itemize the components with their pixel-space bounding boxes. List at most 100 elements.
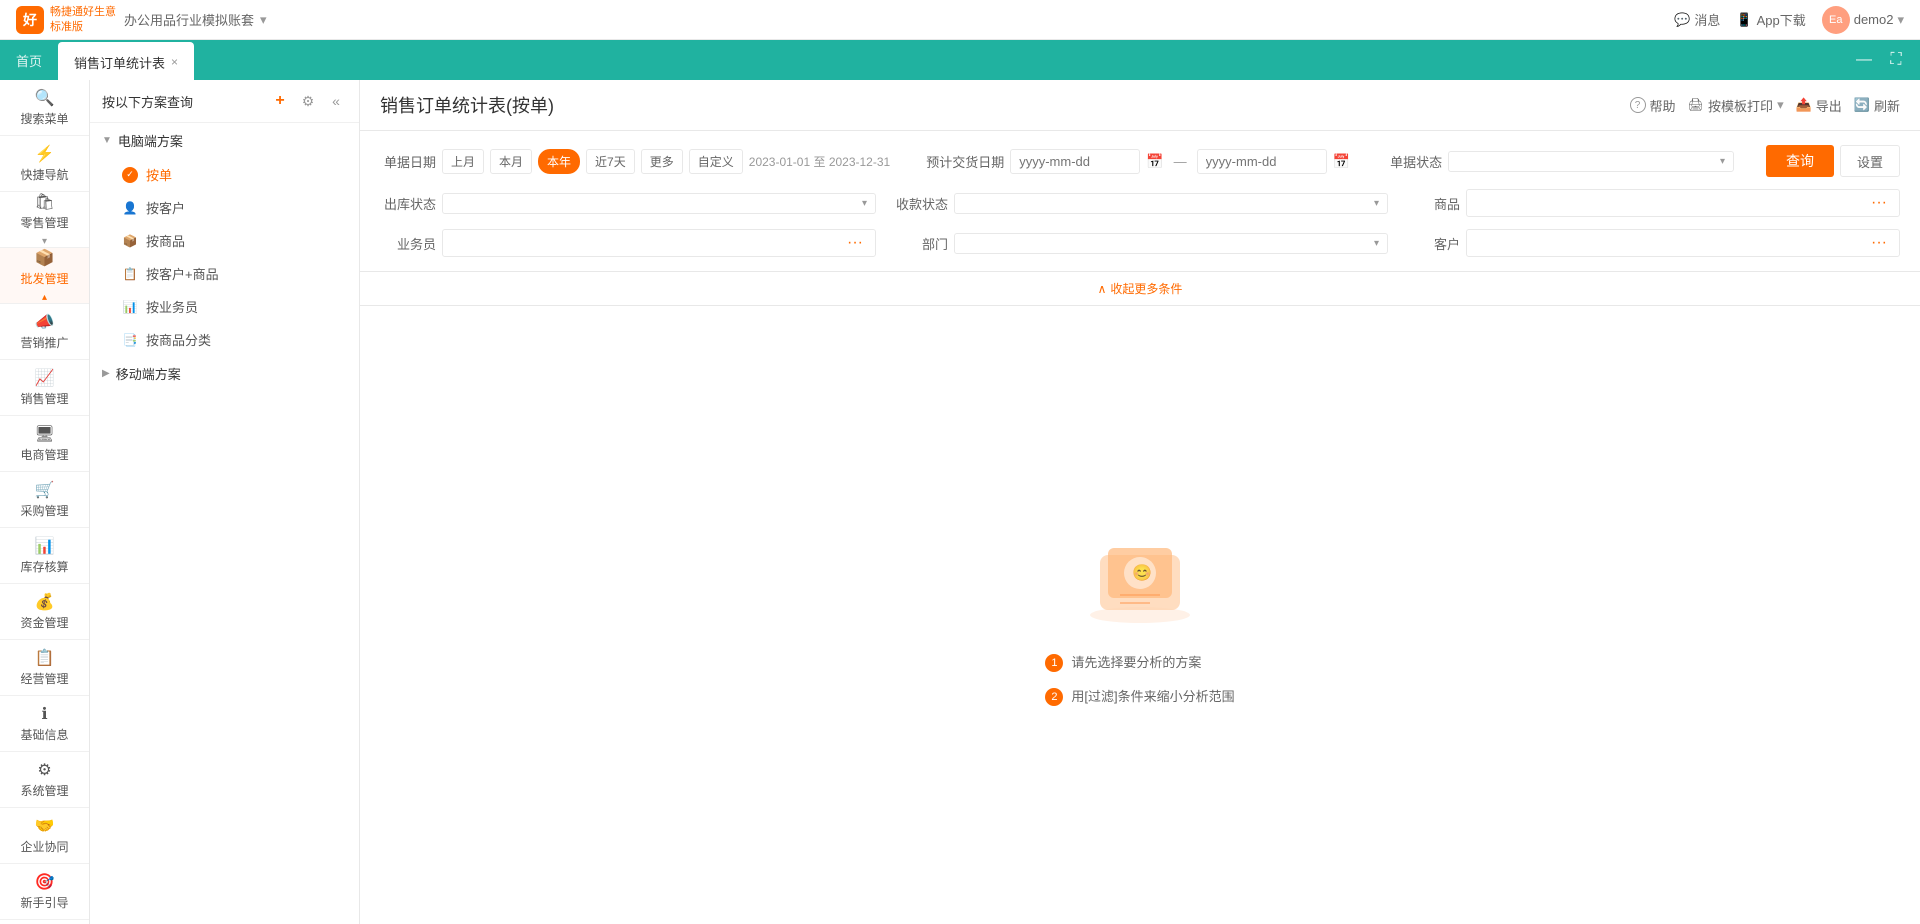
newbie-icon: 🎯 xyxy=(35,872,55,892)
sidebar-item-ecommerce[interactable]: 🖥 电商管理 xyxy=(0,416,89,472)
tab-minimize-button[interactable]: — xyxy=(1852,48,1876,72)
sidebar-item-inventory[interactable]: 📊 库存核算 xyxy=(0,528,89,584)
tab-close-icon[interactable]: × xyxy=(171,55,178,69)
sidebar-item-quick-nav[interactable]: ⚡ 快捷导航 xyxy=(0,136,89,192)
filter-row-2: 出库状态 ▾ 收款状态 ▾ 商品 xyxy=(380,189,1900,217)
sidebar-item-system[interactable]: ⚙ 系统管理 xyxy=(0,752,89,808)
scheme-settings-button[interactable]: ⚙ xyxy=(297,90,319,112)
operations-icon: 📋 xyxy=(35,648,55,668)
date-btn-custom[interactable]: 自定义 xyxy=(689,149,743,174)
doc-status-field: 单据状态 ▾ xyxy=(1386,151,1734,172)
help-button[interactable]: ? 帮助 xyxy=(1630,96,1676,115)
sidebar-item-appcenter[interactable]: 📱 应用中心 xyxy=(0,920,89,924)
refresh-button[interactable]: 🔄 刷新 xyxy=(1854,96,1900,115)
download-icon: 📱 xyxy=(1736,12,1752,28)
collapse-bar[interactable]: ∧ 收起更多条件 xyxy=(360,272,1920,306)
scheme-item-by-product-category[interactable]: 📑 按商品分类 xyxy=(90,323,359,356)
sidebar-item-basic[interactable]: ℹ 基础信息 xyxy=(0,696,89,752)
scheme-item-by-customer[interactable]: 👤 按客户 xyxy=(90,191,359,224)
scheme-mobile-section-header[interactable]: ▶ 移动端方案 xyxy=(90,356,359,391)
date-btn-group: 上月 本月 本年 近7天 更多 自定义 xyxy=(442,149,743,174)
collect-status-field: 收款状态 ▾ xyxy=(892,193,1388,214)
top-bar-right: 💬 消息 📱 App下载 Ea demo2 ▾ xyxy=(1674,6,1904,34)
message-button[interactable]: 💬 消息 xyxy=(1674,10,1720,29)
customer-select[interactable]: ··· xyxy=(1466,229,1900,257)
sidebar-item-newbie[interactable]: 🎯 新手引导 xyxy=(0,864,89,920)
dept-chevron-icon: ▾ xyxy=(1374,238,1379,249)
scheme-pc-section-header[interactable]: ▼ 电脑端方案 xyxy=(90,123,359,158)
workspace-dropdown-icon[interactable]: ▾ xyxy=(260,12,267,28)
salesperson-select[interactable]: ··· xyxy=(442,229,876,257)
empty-hint-2: 2 用[过滤]条件来缩小分析范围 xyxy=(1045,684,1234,710)
empty-illustration: 😊 xyxy=(1070,520,1210,630)
date-separator: — xyxy=(1170,154,1191,169)
system-icon: ⚙ xyxy=(37,760,51,780)
date-btn-this-year[interactable]: 本年 xyxy=(538,149,580,174)
sidebar-item-wholesale[interactable]: 📦 批发管理 ▴ xyxy=(0,248,89,304)
sidebar: 🔍 搜索菜单 ⚡ 快捷导航 🛍 零售管理 ▾ 📦 批发管理 ▴ 📣 营销推广 📈… xyxy=(0,80,90,924)
scheme-item-by-salesperson[interactable]: 📊 按业务员 xyxy=(90,290,359,323)
tab-home[interactable]: 首页 xyxy=(0,40,58,80)
sidebar-item-purchase[interactable]: 🛒 采购管理 xyxy=(0,472,89,528)
collect-status-select[interactable]: ▾ xyxy=(954,193,1388,214)
ecommerce-icon: 🖥 xyxy=(34,424,54,444)
scheme-item-by-customer-product[interactable]: 📋 按客户+商品 xyxy=(90,257,359,290)
sidebar-item-operations[interactable]: 📋 经营管理 xyxy=(0,640,89,696)
date-btn-last-month[interactable]: 上月 xyxy=(442,149,484,174)
doc-status-select[interactable]: ▾ xyxy=(1448,151,1734,172)
out-status-select[interactable]: ▾ xyxy=(442,193,876,214)
sidebar-item-sales[interactable]: 📈 销售管理 xyxy=(0,360,89,416)
expected-date-start-input[interactable] xyxy=(1010,149,1140,174)
sidebar-item-finance[interactable]: 💰 资金管理 xyxy=(0,584,89,640)
scheme-item-by-product[interactable]: 📦 按商品 xyxy=(90,224,359,257)
goods-select[interactable]: ··· xyxy=(1466,189,1900,217)
export-button[interactable]: 📤 导出 xyxy=(1796,96,1842,115)
hint2-num: 2 xyxy=(1045,688,1063,706)
query-button[interactable]: 查询 xyxy=(1766,145,1834,177)
scheme-add-button[interactable]: + xyxy=(269,90,291,112)
salesperson-dots-icon[interactable]: ··· xyxy=(843,234,867,252)
logo-icon: 好 xyxy=(16,6,44,34)
date-btn-more[interactable]: 更多 xyxy=(641,149,683,174)
settings-button[interactable]: 设置 xyxy=(1840,145,1900,177)
collapse-label: 收起更多条件 xyxy=(1110,280,1182,297)
scheme-collapse-button[interactable]: « xyxy=(325,90,347,112)
help-icon: ? xyxy=(1630,97,1646,113)
print-dropdown-icon: ▾ xyxy=(1777,97,1784,113)
by-product-category-label: 按商品分类 xyxy=(146,330,211,349)
date-btn-this-month[interactable]: 本月 xyxy=(490,149,532,174)
wholesale-icon: 📦 xyxy=(35,248,55,268)
sales-icon: 📈 xyxy=(35,368,55,388)
tab-active[interactable]: 销售订单统计表 × xyxy=(58,42,194,82)
calendar-start-icon[interactable]: 📅 xyxy=(1146,153,1163,170)
sidebar-item-enterprise[interactable]: 🤝 企业协同 xyxy=(0,808,89,864)
customer-dots-icon[interactable]: ··· xyxy=(1867,234,1891,252)
scheme-header-icons: + ⚙ « xyxy=(269,90,347,112)
message-icon: 💬 xyxy=(1674,12,1690,28)
tab-maximize-button[interactable]: ⛶ xyxy=(1884,48,1908,72)
scheme-mobile-label: 移动端方案 xyxy=(116,364,181,383)
print-button[interactable]: 🖨 按模板打印 ▾ xyxy=(1688,96,1784,115)
basic-icon: ℹ xyxy=(41,704,47,724)
dept-select[interactable]: ▾ xyxy=(954,233,1388,254)
doc-status-label: 单据状态 xyxy=(1386,152,1442,171)
goods-dots-icon[interactable]: ··· xyxy=(1867,194,1891,212)
expected-date-field: 预计交货日期 📅 — 📅 xyxy=(926,149,1350,174)
empty-svg: 😊 xyxy=(1070,520,1210,630)
sidebar-item-search[interactable]: 🔍 搜索菜单 xyxy=(0,80,89,136)
user-avatar-area[interactable]: Ea demo2 ▾ xyxy=(1822,6,1904,34)
goods-field: 商品 ··· xyxy=(1404,189,1900,217)
expected-date-end-input[interactable] xyxy=(1197,149,1327,174)
expected-date-label: 预计交货日期 xyxy=(926,152,1004,171)
date-btn-7days[interactable]: 近7天 xyxy=(586,149,635,174)
inventory-icon: 📊 xyxy=(35,536,55,556)
sidebar-item-marketing[interactable]: 📣 营销推广 xyxy=(0,304,89,360)
calendar-end-icon[interactable]: 📅 xyxy=(1333,153,1350,170)
empty-hint-1: 1 请先选择要分析的方案 xyxy=(1045,650,1234,676)
sidebar-item-retail[interactable]: 🛍 零售管理 ▾ xyxy=(0,192,89,248)
scheme-item-by-order[interactable]: ✓ 按单 xyxy=(90,158,359,191)
svg-text:😊: 😊 xyxy=(1132,564,1152,582)
by-salesperson-icon: 📊 xyxy=(122,299,138,315)
main-layout: 🔍 搜索菜单 ⚡ 快捷导航 🛍 零售管理 ▾ 📦 批发管理 ▴ 📣 营销推广 📈… xyxy=(0,80,1920,924)
app-download-button[interactable]: 📱 App下载 xyxy=(1736,10,1805,29)
